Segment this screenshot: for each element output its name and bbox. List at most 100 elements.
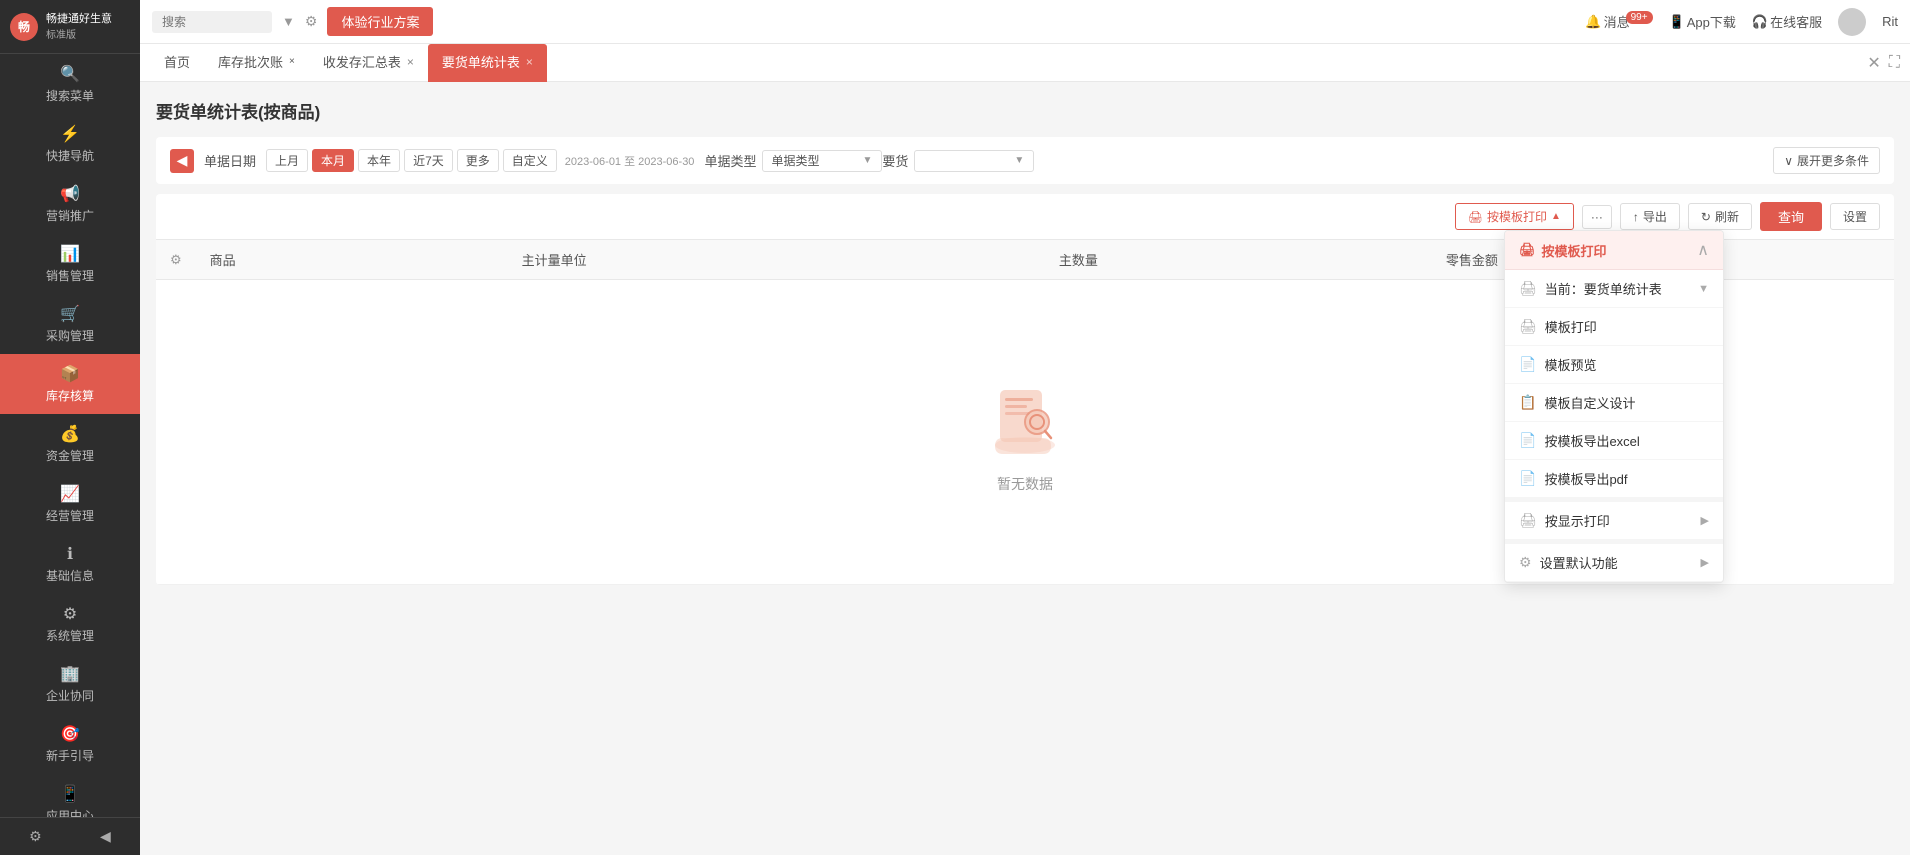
- app-download-btn[interactable]: 📱 App下载: [1669, 12, 1736, 31]
- printer-icon: 🖨: [1468, 210, 1483, 224]
- dropdown-item-current-arrow: ▼: [1698, 283, 1709, 295]
- sidebar-item-marketing[interactable]: 📢 营销推广: [0, 174, 140, 234]
- dropdown-item-export-pdf-label: 按模板导出pdf: [1544, 469, 1627, 488]
- dropdown-item-excel-icon: 📄: [1519, 432, 1536, 449]
- sidebar-item-finance[interactable]: 💰 资金管理: [0, 414, 140, 474]
- tab-close-icon[interactable]: ×: [407, 55, 414, 69]
- dropdown-item-current[interactable]: 🖨 当前：要货单统计表 ▼: [1505, 270, 1723, 308]
- tab-active-close-icon[interactable]: ×: [526, 55, 533, 69]
- sidebar-item-label: 库存核算: [46, 387, 94, 404]
- sidebar-collapse-btn[interactable]: ◀: [100, 828, 111, 845]
- sidebar-settings-btn[interactable]: ⚙: [29, 828, 42, 845]
- tab-batch-accounts[interactable]: 库存批次账 ×: [204, 44, 309, 82]
- refresh-btn[interactable]: ↻ 刷新: [1688, 203, 1752, 230]
- quick-nav-icon: ⚡: [60, 124, 80, 144]
- dropdown-item-template-preview[interactable]: 📄 模板预览: [1505, 346, 1723, 384]
- date-btn-last-month[interactable]: 上月: [266, 149, 308, 172]
- query-btn[interactable]: 查询: [1760, 202, 1822, 231]
- sidebar-item-label: 系统管理: [46, 627, 94, 644]
- expand-more-btn[interactable]: ∨ 展开更多条件: [1773, 147, 1880, 174]
- sidebar-item-search[interactable]: 🔍 搜索菜单: [0, 54, 140, 114]
- tabbar-controls: ✕ ⛶: [1867, 53, 1900, 73]
- topbar-dropdown-arrow[interactable]: ▼: [282, 14, 295, 29]
- app-download-icon: 📱: [1669, 14, 1685, 30]
- sidebar-bottom: ⚙ ◀: [0, 817, 140, 855]
- sidebar-item-app-center[interactable]: 📱 应用中心: [0, 774, 140, 817]
- dropdown-title-label: 按模板打印: [1542, 241, 1607, 260]
- experience-btn[interactable]: 体验行业方案: [327, 7, 433, 36]
- dropdown-item-template-custom[interactable]: 📋 模板自定义设计: [1505, 384, 1723, 422]
- sidebar-item-label: 快捷导航: [46, 147, 94, 164]
- filter-bar: ◀ 单据日期 上月 本月 本年 近7天 更多 自定义 2023-06-01 至 …: [156, 137, 1894, 184]
- dropdown-section-3: ⚙ 设置默认功能 ▶: [1505, 540, 1723, 582]
- page-title: 要货单统计表(按商品): [156, 98, 1894, 123]
- date-btn-this-month[interactable]: 本月: [312, 149, 354, 172]
- dropdown-item-template-print[interactable]: 🖨 模板打印: [1505, 308, 1723, 346]
- app-download-label: App下载: [1687, 12, 1736, 31]
- tab-maximize-btn[interactable]: ⛶: [1889, 54, 1900, 72]
- table-settings-icon[interactable]: ⚙: [170, 252, 182, 267]
- empty-text: 暂无数据: [997, 474, 1053, 494]
- sidebar-item-label: 销售管理: [46, 267, 94, 284]
- customer-service-btn[interactable]: 🎧 在线客服: [1752, 12, 1822, 31]
- marketing-icon: 📢: [60, 184, 80, 204]
- user-avatar[interactable]: [1838, 8, 1866, 36]
- notifications-btn[interactable]: 🔔 消息 99+: [1585, 12, 1652, 31]
- goods-select[interactable]: [914, 150, 1034, 172]
- order-type-select[interactable]: 单据类型: [762, 150, 882, 172]
- sidebar-item-quick-nav[interactable]: ⚡ 快捷导航: [0, 114, 140, 174]
- template-print-btn[interactable]: 🖨 按模板打印 ▲: [1455, 203, 1574, 230]
- tab-receipt-summary-label: 收发存汇总表: [323, 52, 401, 71]
- dropdown-item-export-excel[interactable]: 📄 按模板导出excel: [1505, 422, 1723, 460]
- template-print-dropdown: 🖨 按模板打印 ∧ 🖨 当前：要货单统计表 ▼ 🖨 模板打印: [1504, 230, 1724, 583]
- sidebar-item-sales[interactable]: 📊 销售管理: [0, 234, 140, 294]
- app-center-icon: 📱: [60, 784, 80, 804]
- topbar-gear-icon[interactable]: ⚙: [305, 13, 318, 30]
- filter-expand-btn[interactable]: ◀: [170, 149, 194, 173]
- dropdown-title: 🖨 按模板打印: [1519, 241, 1607, 260]
- tab-home[interactable]: 首页: [150, 44, 204, 82]
- dropdown-item-export-pdf[interactable]: 📄 按模板导出pdf: [1505, 460, 1723, 498]
- finance-icon: 💰: [60, 424, 80, 444]
- expand-more-label: 展开更多条件: [1797, 152, 1869, 169]
- dropdown-close-btn[interactable]: ∧: [1697, 240, 1709, 260]
- dropdown-item-print-icon: 🖨: [1519, 318, 1537, 335]
- dropdown-item-default-arrow: ▶: [1701, 556, 1709, 569]
- date-btn-custom[interactable]: 自定义: [503, 149, 557, 172]
- dropdown-item-set-default[interactable]: ⚙ 设置默认功能 ▶: [1505, 544, 1723, 582]
- username-label: Rit: [1882, 14, 1898, 29]
- goods-filter: 要货 ▼: [882, 150, 1024, 172]
- sidebar-item-operations[interactable]: 📈 经营管理: [0, 474, 140, 534]
- settings-btn[interactable]: 设置: [1830, 203, 1880, 230]
- dropdown-item-display-print[interactable]: 🖨 按显示打印 ▶: [1505, 502, 1723, 540]
- tab-expand-icon: ×: [289, 56, 295, 67]
- dropdown-item-preview-icon: 📄: [1519, 356, 1536, 373]
- customer-service-label: 在线客服: [1770, 12, 1822, 31]
- app-logo-icon: 畅: [10, 13, 38, 41]
- sidebar-item-basic-info[interactable]: ℹ 基础信息: [0, 534, 140, 594]
- template-print-arrow-icon: ▲: [1551, 211, 1561, 222]
- tab-close-window-btn[interactable]: ✕: [1867, 53, 1880, 73]
- page-content: 要货单统计表(按商品) ◀ 单据日期 上月 本月 本年 近7天 更多 自定义 2…: [140, 82, 1910, 855]
- sidebar-item-enterprise[interactable]: 🏢 企业协同: [0, 654, 140, 714]
- sidebar-item-purchase[interactable]: 🛒 采购管理: [0, 294, 140, 354]
- date-btn-this-year[interactable]: 本年: [358, 149, 400, 172]
- sidebar-item-label: 应用中心: [46, 807, 94, 817]
- date-btn-more[interactable]: 更多: [457, 149, 499, 172]
- column-unit: 主计量单位: [508, 240, 1045, 280]
- tab-order-stats[interactable]: 要货单统计表 ×: [428, 44, 547, 82]
- more-btn[interactable]: ···: [1582, 205, 1612, 229]
- tab-receipt-summary[interactable]: 收发存汇总表 ×: [309, 44, 428, 82]
- sidebar-item-system[interactable]: ⚙ 系统管理: [0, 594, 140, 654]
- sidebar-item-inventory[interactable]: 📦 库存核算: [0, 354, 140, 414]
- dropdown-item-template-print-left: 🖨 模板打印: [1519, 317, 1597, 336]
- search-input[interactable]: [152, 11, 272, 33]
- date-btn-7days[interactable]: 近7天: [404, 149, 453, 172]
- sidebar-item-guide[interactable]: 🎯 新手引导: [0, 714, 140, 774]
- export-btn[interactable]: ↑ 导出: [1620, 203, 1680, 230]
- dropdown-item-display-icon: 🖨: [1519, 512, 1537, 529]
- refresh-label: 刷新: [1715, 208, 1739, 225]
- goods-filter-label: 要货: [882, 151, 908, 170]
- column-gear[interactable]: ⚙: [156, 240, 196, 280]
- guide-icon: 🎯: [60, 724, 80, 744]
